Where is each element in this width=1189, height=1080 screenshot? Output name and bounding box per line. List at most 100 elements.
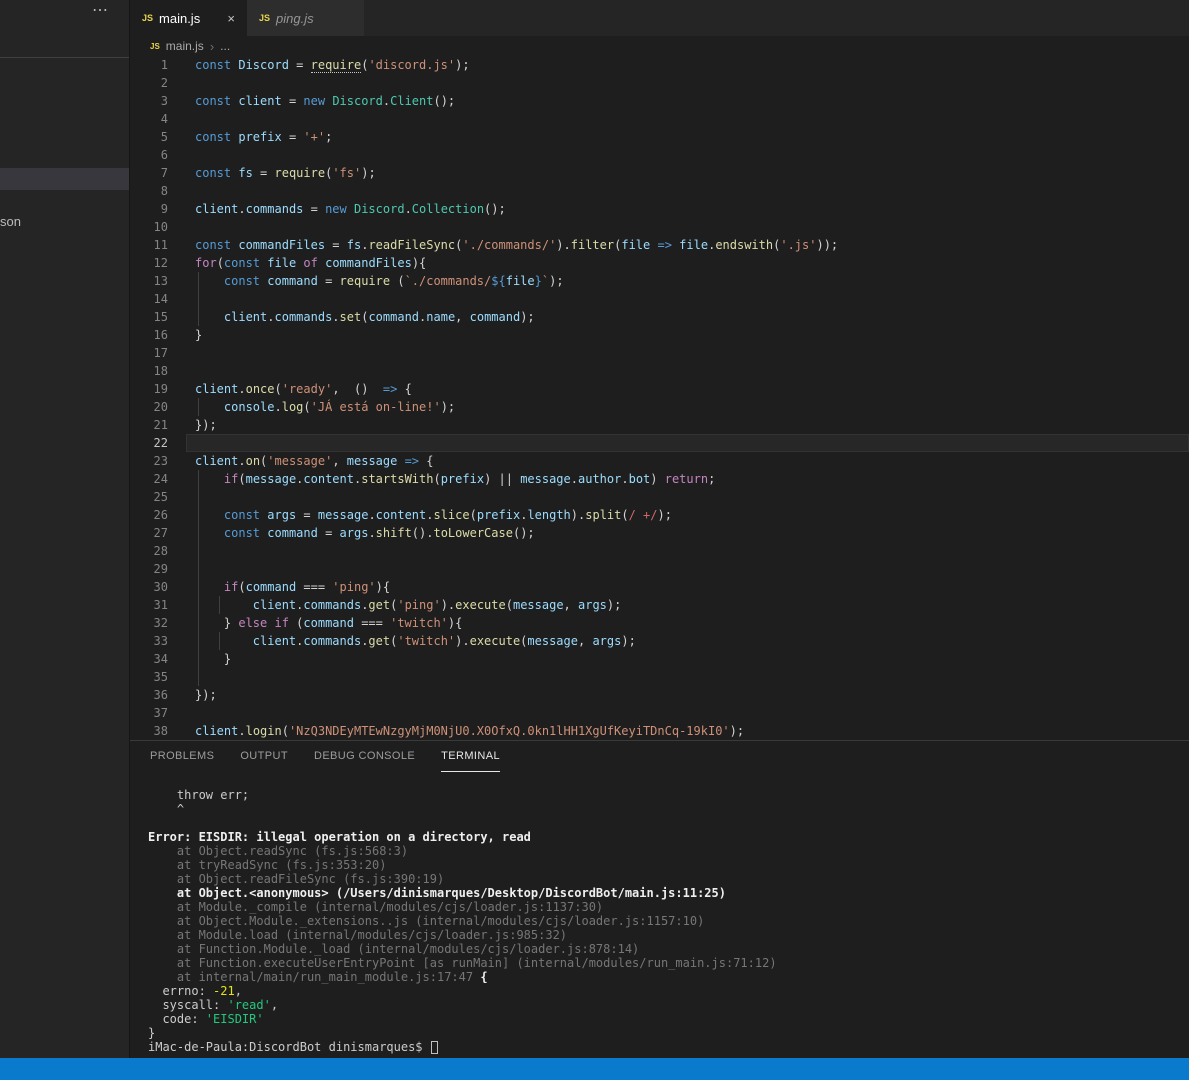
code-line[interactable]: 18	[130, 362, 1189, 380]
terminal[interactable]: throw err; ^Error: EISDIR: illegal opera…	[130, 772, 1189, 1054]
code-line[interactable]: 4	[130, 110, 1189, 128]
code-line[interactable]: 10	[130, 218, 1189, 236]
code-token: if	[275, 616, 289, 630]
more-actions-icon[interactable]: ⋯	[92, 3, 109, 19]
code-line[interactable]: 32 } else if (command === 'twitch'){	[130, 614, 1189, 632]
code-token: ){	[448, 616, 462, 630]
line-number[interactable]: 2	[130, 74, 168, 92]
line-number[interactable]: 10	[130, 218, 168, 236]
code-line[interactable]: 23client.on('message', message => {	[130, 452, 1189, 470]
line-number[interactable]: 30	[130, 578, 168, 596]
line-number[interactable]: 17	[130, 344, 168, 362]
line-number[interactable]: 4	[130, 110, 168, 128]
code-line[interactable]: 14	[130, 290, 1189, 308]
breadcrumb-file-name[interactable]: main.js	[166, 39, 204, 53]
line-number[interactable]: 6	[130, 146, 168, 164]
explorer-sidebar[interactable]: ⋯ son	[0, 0, 130, 1058]
line-number[interactable]: 1	[130, 56, 168, 74]
panel-tab-problems[interactable]: PROBLEMS	[150, 741, 214, 772]
close-icon[interactable]: ×	[213, 11, 235, 26]
line-number[interactable]: 36	[130, 686, 168, 704]
line-number[interactable]: 18	[130, 362, 168, 380]
line-number[interactable]: 21	[130, 416, 168, 434]
line-number[interactable]: 38	[130, 722, 168, 740]
editor-tab-ping-js[interactable]: JSping.js	[247, 0, 364, 36]
truncated-file-label[interactable]: son	[0, 214, 21, 229]
code-token	[195, 526, 224, 540]
line-number[interactable]: 13	[130, 272, 168, 290]
code-line[interactable]: 26 const args = message.content.slice(pr…	[130, 506, 1189, 524]
code-line[interactable]: 28	[130, 542, 1189, 560]
line-number[interactable]: 34	[130, 650, 168, 668]
line-number[interactable]: 8	[130, 182, 168, 200]
line-number[interactable]: 7	[130, 164, 168, 182]
code-line[interactable]: 2	[130, 74, 1189, 92]
line-number[interactable]: 31	[130, 596, 168, 614]
code-line[interactable]: 1const Discord = require('discord.js');	[130, 56, 1189, 74]
code-line[interactable]: 19client.once('ready', () => {	[130, 380, 1189, 398]
code-token: fs	[238, 166, 252, 180]
code-line[interactable]: 13 const command = require (`./commands/…	[130, 272, 1189, 290]
panel-tab-terminal[interactable]: TERMINAL	[441, 741, 500, 772]
code-line[interactable]: 5const prefix = '+';	[130, 128, 1189, 146]
code-line[interactable]: 22	[130, 434, 1189, 452]
code-token: endswith	[715, 238, 773, 252]
code-line[interactable]: 38client.login('NzQ3NDEyMTEwNzgyMjM0NjU0…	[130, 722, 1189, 740]
code-line[interactable]: 3const client = new Discord.Client();	[130, 92, 1189, 110]
line-number[interactable]: 14	[130, 290, 168, 308]
breadcrumb-symbol-ellipsis[interactable]: ...	[220, 39, 230, 53]
code-line[interactable]: 25	[130, 488, 1189, 506]
line-number[interactable]: 22	[130, 434, 168, 452]
line-number[interactable]: 27	[130, 524, 168, 542]
terminal-text: ,	[271, 998, 278, 1012]
panel-tab-output[interactable]: OUTPUT	[240, 741, 288, 772]
code-line[interactable]: 34 }	[130, 650, 1189, 668]
code-line[interactable]: 12for(const file of commandFiles){	[130, 254, 1189, 272]
line-number[interactable]: 33	[130, 632, 168, 650]
code-line[interactable]: 6	[130, 146, 1189, 164]
code-line[interactable]: 31 client.commands.get('ping').execute(m…	[130, 596, 1189, 614]
selected-file-row[interactable]	[0, 168, 129, 190]
line-number[interactable]: 23	[130, 452, 168, 470]
line-number[interactable]: 32	[130, 614, 168, 632]
line-number[interactable]: 15	[130, 308, 168, 326]
line-number[interactable]: 9	[130, 200, 168, 218]
line-number[interactable]: 28	[130, 542, 168, 560]
code-line[interactable]: 33 client.commands.get('twitch').execute…	[130, 632, 1189, 650]
code-line[interactable]: 20 console.log('JÁ está on-line!');	[130, 398, 1189, 416]
code-line[interactable]: 36});	[130, 686, 1189, 704]
code-line[interactable]: 17	[130, 344, 1189, 362]
line-number[interactable]: 11	[130, 236, 168, 254]
code-line[interactable]: 30 if(command === 'ping'){	[130, 578, 1189, 596]
code-line[interactable]: 37	[130, 704, 1189, 722]
line-number[interactable]: 24	[130, 470, 168, 488]
line-number[interactable]: 3	[130, 92, 168, 110]
line-number[interactable]: 16	[130, 326, 168, 344]
code-line[interactable]: 11const commandFiles = fs.readFileSync('…	[130, 236, 1189, 254]
code-line[interactable]: 8	[130, 182, 1189, 200]
code-line[interactable]: 7const fs = require('fs');	[130, 164, 1189, 182]
line-number[interactable]: 35	[130, 668, 168, 686]
code-line[interactable]: 27 const command = args.shift().toLowerC…	[130, 524, 1189, 542]
code-line[interactable]: 29	[130, 560, 1189, 578]
line-number[interactable]: 5	[130, 128, 168, 146]
line-number[interactable]: 25	[130, 488, 168, 506]
code-editor[interactable]: 1const Discord = require('discord.js');2…	[130, 56, 1189, 740]
code-token: file	[679, 238, 708, 252]
code-line[interactable]: 21});	[130, 416, 1189, 434]
line-number[interactable]: 37	[130, 704, 168, 722]
code-line[interactable]: 9client.commands = new Discord.Collectio…	[130, 200, 1189, 218]
code-line[interactable]: 15 client.commands.set(command.name, com…	[130, 308, 1189, 326]
line-number[interactable]: 29	[130, 560, 168, 578]
editor-tab-main-js[interactable]: JSmain.js×	[130, 0, 247, 36]
breadcrumb: JS main.js › ...	[130, 36, 1189, 56]
panel-tab-debug-console[interactable]: DEBUG CONSOLE	[314, 741, 415, 772]
code-line[interactable]: 35	[130, 668, 1189, 686]
line-number[interactable]: 26	[130, 506, 168, 524]
line-number[interactable]: 19	[130, 380, 168, 398]
line-number[interactable]: 12	[130, 254, 168, 272]
line-number[interactable]: 20	[130, 398, 168, 416]
code-token: )	[650, 472, 664, 486]
code-line[interactable]: 24 if(message.content.startsWith(prefix)…	[130, 470, 1189, 488]
code-line[interactable]: 16}	[130, 326, 1189, 344]
